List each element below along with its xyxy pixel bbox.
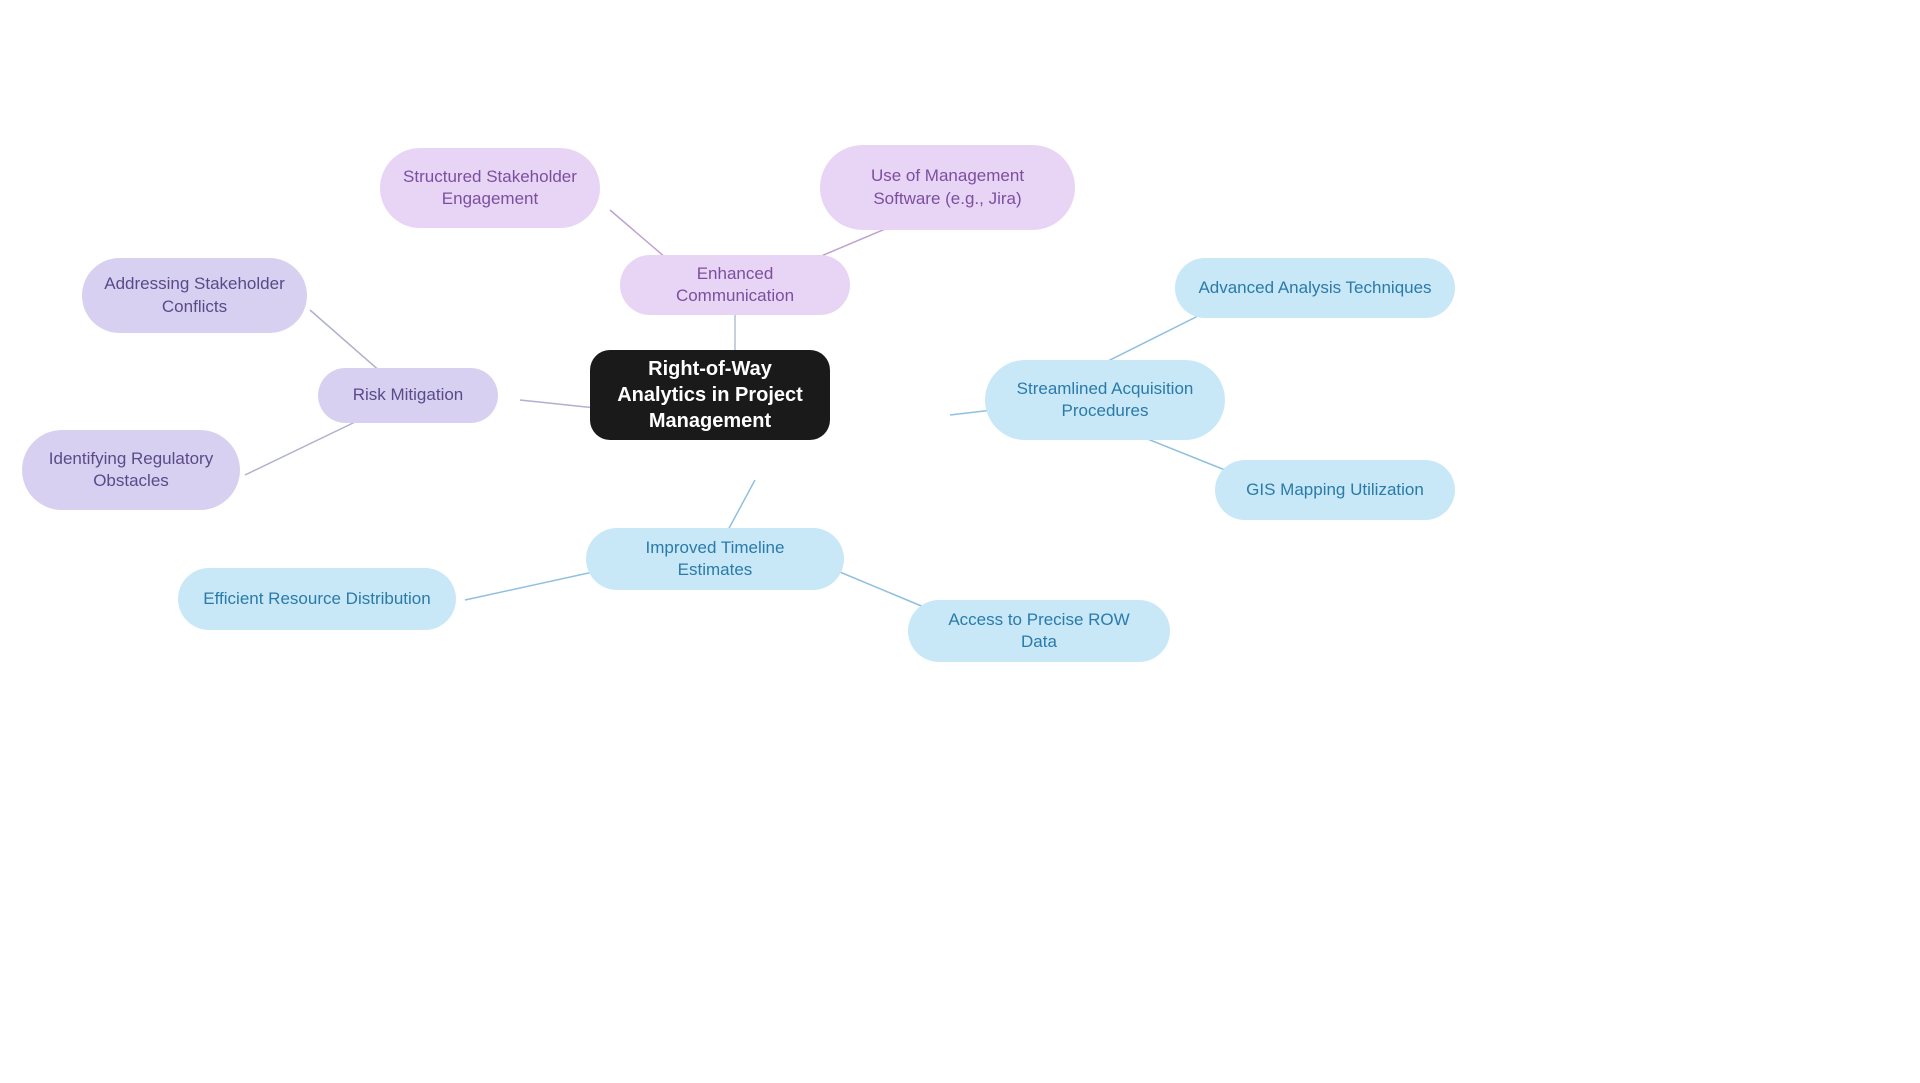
advanced-analysis-node: Advanced Analysis Techniques: [1175, 258, 1455, 318]
use-management-software-node: Use of Management Software (e.g., Jira): [820, 145, 1075, 230]
access-row-data-label: Access to Precise ROW Data: [930, 609, 1148, 653]
identifying-regulatory-label: Identifying Regulatory Obstacles: [44, 448, 218, 492]
efficient-resource-label: Efficient Resource Distribution: [203, 588, 430, 610]
enhanced-communication-node: Enhanced Communication: [620, 255, 850, 315]
advanced-analysis-label: Advanced Analysis Techniques: [1198, 277, 1431, 299]
gis-mapping-label: GIS Mapping Utilization: [1246, 479, 1424, 501]
improved-timeline-node: Improved Timeline Estimates: [586, 528, 844, 590]
risk-mitigation-node: Risk Mitigation: [318, 368, 498, 423]
efficient-resource-node: Efficient Resource Distribution: [178, 568, 456, 630]
risk-mitigation-label: Risk Mitigation: [353, 384, 464, 406]
center-label: Right-of-Way Analytics in Project Manage…: [612, 356, 808, 434]
enhanced-communication-label: Enhanced Communication: [642, 263, 828, 307]
streamlined-acquisition-node: Streamlined Acquisition Procedures: [985, 360, 1225, 440]
addressing-stakeholder-label: Addressing Stakeholder Conflicts: [104, 273, 285, 317]
gis-mapping-node: GIS Mapping Utilization: [1215, 460, 1455, 520]
center-node: Right-of-Way Analytics in Project Manage…: [590, 350, 830, 440]
access-row-data-node: Access to Precise ROW Data: [908, 600, 1170, 662]
identifying-regulatory-node: Identifying Regulatory Obstacles: [22, 430, 240, 510]
improved-timeline-label: Improved Timeline Estimates: [608, 537, 822, 581]
streamlined-acquisition-label: Streamlined Acquisition Procedures: [1007, 378, 1203, 422]
use-management-software-label: Use of Management Software (e.g., Jira): [842, 165, 1053, 209]
structured-stakeholder-node: Structured Stakeholder Engagement: [380, 148, 600, 228]
addressing-stakeholder-node: Addressing Stakeholder Conflicts: [82, 258, 307, 333]
structured-stakeholder-label: Structured Stakeholder Engagement: [402, 166, 578, 210]
